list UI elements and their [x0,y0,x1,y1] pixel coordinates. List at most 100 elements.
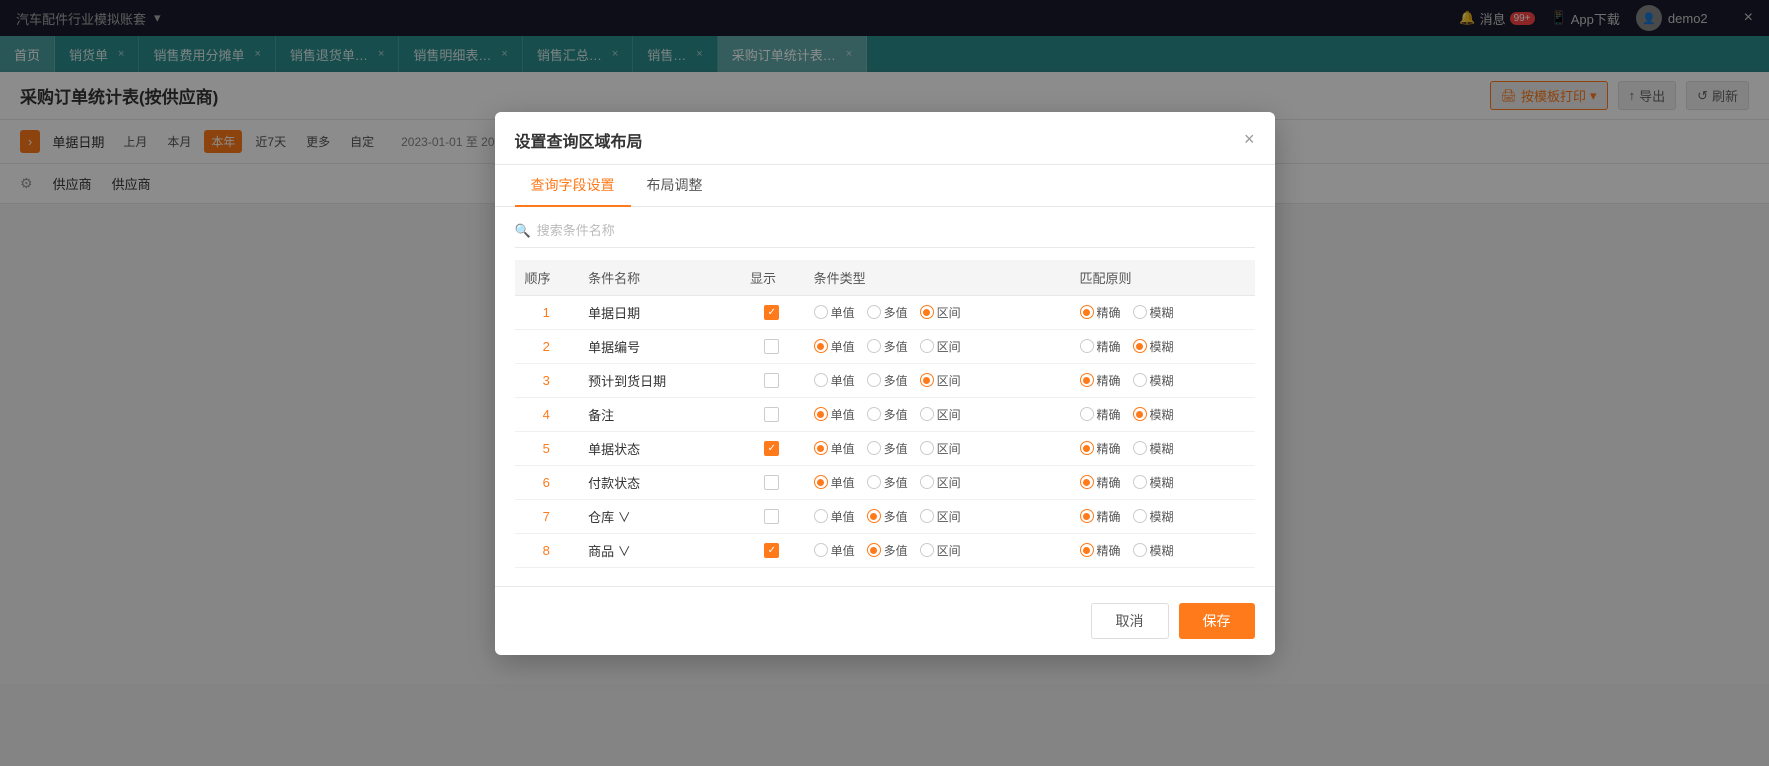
type-radio-item[interactable]: 多值 [867,440,908,457]
type-radio-item[interactable]: 单值 [814,542,855,559]
col-name-header: 条件名称 [578,260,740,296]
display-checkbox[interactable] [764,373,779,388]
type-radio-item[interactable]: 区间 [920,474,961,491]
type-radio-item[interactable]: 区间 [920,542,961,559]
display-checkbox[interactable]: ✓ [764,305,779,320]
type-radio-item[interactable]: 单值 [814,406,855,423]
type-radio-item[interactable]: 单值 [814,474,855,491]
row-type-options: 单值多值区间 [804,499,1070,533]
col-display-header: 显示 [740,260,804,296]
row-display-checkbox[interactable]: ✓ [740,431,804,465]
match-radio-item[interactable]: 模糊 [1133,440,1174,457]
display-checkbox[interactable] [764,509,779,524]
match-radio-item[interactable]: 模糊 [1133,304,1174,321]
radio-circle [920,407,934,421]
cancel-button[interactable]: 取消 [1091,603,1169,639]
match-radio-item[interactable]: 精确 [1080,440,1121,457]
row-match-options: 精确模糊 [1070,329,1255,363]
type-radio-item[interactable]: 区间 [920,338,961,355]
type-radio-item[interactable]: 单值 [814,440,855,457]
type-radio-item[interactable]: 单值 [814,304,855,321]
row-order: 7 [515,499,579,533]
row-type-options: 单值多值区间 [804,567,1070,570]
display-checkbox[interactable] [764,475,779,490]
type-radio-item[interactable]: 单值 [814,372,855,389]
match-radio-item[interactable]: 精确 [1080,372,1121,389]
row-display-checkbox[interactable] [740,465,804,499]
type-radio-item[interactable]: 区间 [920,508,961,525]
match-radio-item[interactable]: 模糊 [1133,338,1174,355]
dialog-tabs: 查询字段设置 布局调整 [495,165,1275,207]
type-radio-item[interactable]: 多值 [867,338,908,355]
radio-circle [1080,373,1094,387]
type-radio-item[interactable]: 多值 [867,542,908,559]
type-radio-item[interactable]: 区间 [920,406,961,423]
table-row: 3预计到货日期单值多值区间精确模糊 [515,363,1255,397]
match-radio-item[interactable]: 精确 [1080,338,1121,355]
match-radio-item[interactable]: 模糊 [1133,508,1174,525]
type-radio-item[interactable]: 多值 [867,406,908,423]
search-input[interactable] [537,223,1255,238]
row-type-options: 单值多值区间 [804,533,1070,567]
row-order: 4 [515,397,579,431]
col-match-header: 匹配原则 [1070,260,1255,296]
radio-circle [920,441,934,455]
type-radio-item[interactable]: 单值 [814,338,855,355]
match-radio-item[interactable]: 模糊 [1133,406,1174,423]
row-display-checkbox[interactable] [740,499,804,533]
match-radio-item[interactable]: 精确 [1080,406,1121,423]
save-button[interactable]: 保存 [1179,603,1255,639]
radio-circle [814,339,828,353]
row-display-checkbox[interactable]: ✓ [740,533,804,567]
type-radio-item[interactable]: 区间 [920,440,961,457]
match-radio-item[interactable]: 模糊 [1133,542,1174,559]
row-order: 6 [515,465,579,499]
match-radio-item[interactable]: 精确 [1080,542,1121,559]
row-display-checkbox[interactable] [740,363,804,397]
dialog-close-button[interactable]: × [1244,129,1255,162]
match-radio-item[interactable]: 精确 [1080,508,1121,525]
display-checkbox[interactable] [764,339,779,354]
row-order: 8 [515,533,579,567]
display-checkbox[interactable] [764,407,779,422]
table-row: 8商品 ∨ ✓ 单值多值区间 精确模糊 [515,533,1255,567]
row-display-checkbox[interactable] [740,329,804,363]
row-order: 1 [515,295,579,329]
row-display-checkbox[interactable] [740,567,804,570]
radio-circle [867,339,881,353]
radio-circle [1133,407,1147,421]
type-radio-item[interactable]: 多值 [867,474,908,491]
radio-circle [814,509,828,523]
match-radio-item[interactable]: 模糊 [1133,372,1174,389]
type-radio-item[interactable]: 多值 [867,372,908,389]
row-match-options: 精确模糊 [1070,363,1255,397]
display-checkbox[interactable]: ✓ [764,441,779,456]
radio-circle [920,509,934,523]
match-radio-item[interactable]: 模糊 [1133,474,1174,491]
type-radio-item[interactable]: 多值 [867,304,908,321]
dialog-body: 🔍 顺序 条件名称 显示 条件类型 匹配原则 [495,207,1275,586]
radio-circle [814,407,828,421]
match-radio-item[interactable]: 精确 [1080,304,1121,321]
dialog-search-area: 🔍 [515,223,1255,248]
row-display-checkbox[interactable]: ✓ [740,295,804,329]
row-condition-name: 单据状态 [578,431,740,465]
radio-circle [920,305,934,319]
dialog-tab-query-fields[interactable]: 查询字段设置 [515,165,631,207]
row-condition-name: 付款状态 [578,465,740,499]
row-display-checkbox[interactable] [740,397,804,431]
row-condition-name: 商品 ∨ [578,533,740,567]
radio-circle [1133,543,1147,557]
radio-circle [867,475,881,489]
match-radio-item[interactable]: 精确 [1080,474,1121,491]
type-radio-item[interactable]: 多值 [867,508,908,525]
type-radio-item[interactable]: 单值 [814,508,855,525]
display-checkbox[interactable]: ✓ [764,543,779,558]
radio-circle [1133,373,1147,387]
radio-circle [1133,475,1147,489]
type-radio-item[interactable]: 区间 [920,304,961,321]
conditions-table-scroll[interactable]: 顺序 条件名称 显示 条件类型 匹配原则 1单据日期✓单值多值区间精确模糊2单据… [515,260,1255,570]
radio-circle [814,441,828,455]
dialog-tab-layout-adjust[interactable]: 布局调整 [631,165,719,207]
type-radio-item[interactable]: 区间 [920,372,961,389]
